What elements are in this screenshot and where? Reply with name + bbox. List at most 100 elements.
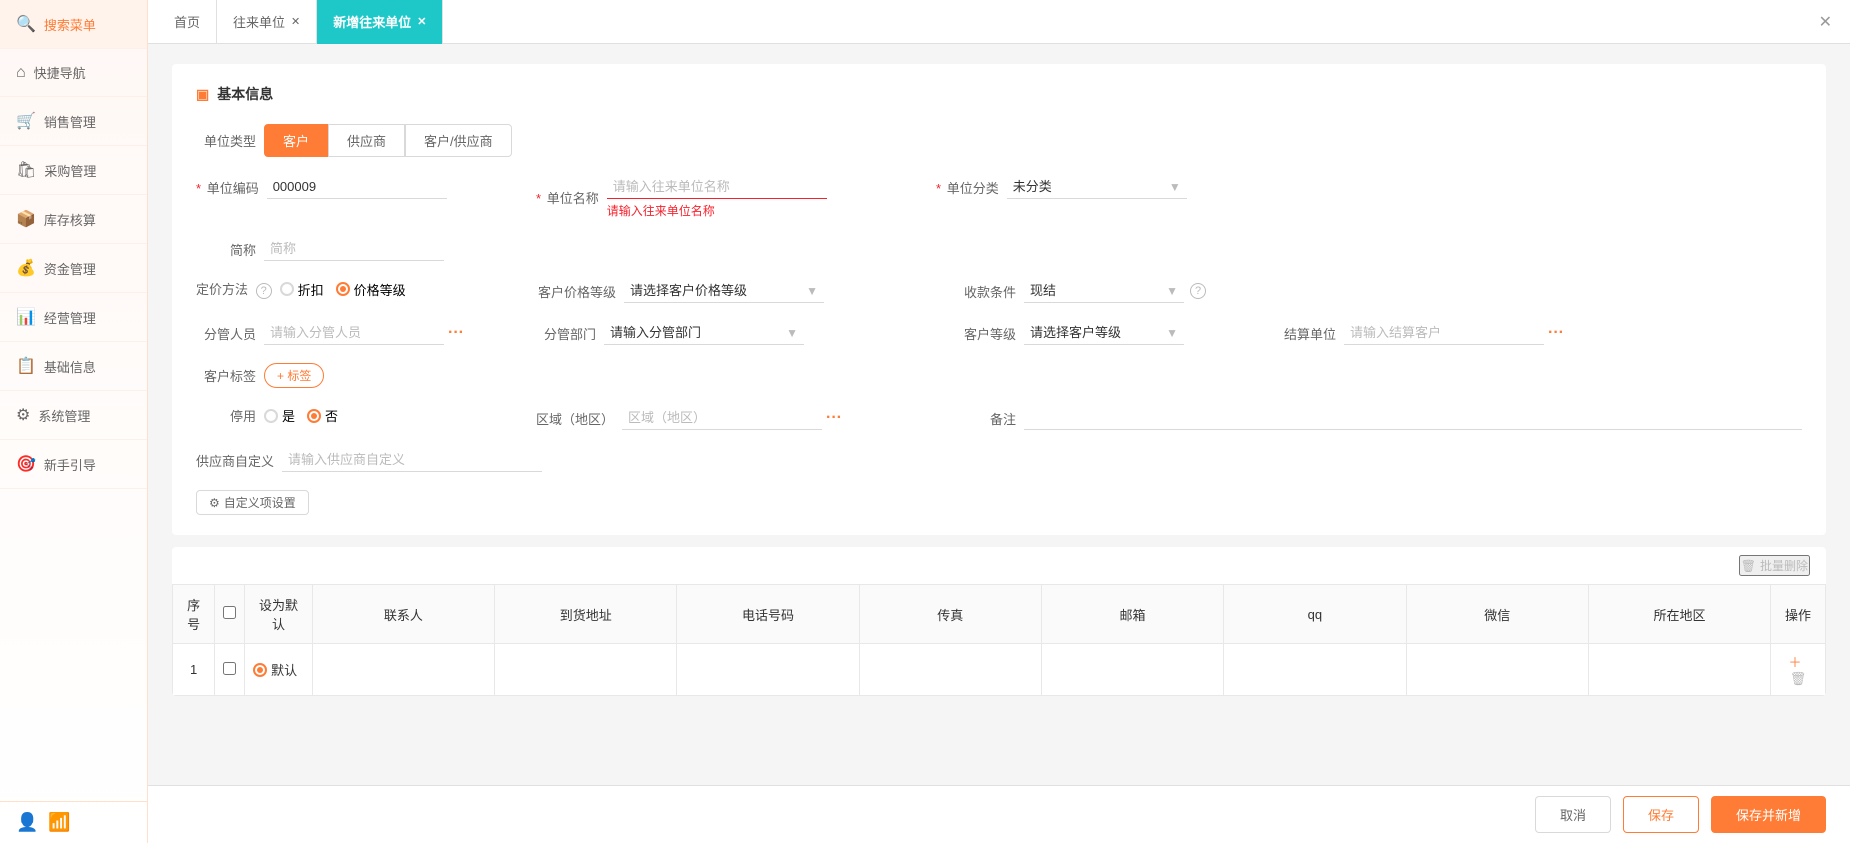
payment-terms-select-wrapper: 现结 ▼ bbox=[1024, 279, 1184, 303]
col-region: 所在地区 bbox=[1588, 585, 1770, 644]
row-contact-input[interactable] bbox=[321, 662, 486, 677]
row-address-cell[interactable] bbox=[495, 644, 677, 696]
manager-input[interactable] bbox=[264, 321, 444, 345]
row-region-input[interactable] bbox=[1597, 662, 1762, 677]
row-delete-btn[interactable]: 🗑 bbox=[1790, 671, 1807, 686]
unit-code-input[interactable] bbox=[267, 175, 447, 199]
select-all-checkbox[interactable] bbox=[223, 606, 236, 619]
disabled-label: 停用 bbox=[196, 406, 256, 425]
settlement-unit-more-btn[interactable]: ··· bbox=[1544, 324, 1568, 342]
unit-type-supplier-btn[interactable]: 供应商 bbox=[328, 124, 405, 157]
row-actions-cell: ＋ 🗑 bbox=[1771, 644, 1826, 696]
supplier-custom-input[interactable] bbox=[282, 448, 542, 472]
dept-select[interactable]: 请输入分管部门 bbox=[604, 321, 804, 345]
close-partners-tab[interactable]: ✕ bbox=[291, 15, 300, 28]
row-email-input[interactable] bbox=[1050, 662, 1215, 677]
sidebar: 🔍 搜索菜单 ⌂ 快捷导航 🛒 销售管理 🛍 采购管理 📦 库存核算 💰 资金管… bbox=[0, 0, 148, 843]
row-contact-cell[interactable] bbox=[312, 644, 494, 696]
row-default-radio[interactable] bbox=[253, 663, 267, 677]
row-address-input[interactable] bbox=[503, 662, 668, 677]
customize-btn[interactable]: ⚙ 自定义项设置 bbox=[196, 490, 309, 515]
sidebar-item-system[interactable]: ⚙ 系统管理 bbox=[0, 391, 147, 440]
tab-home[interactable]: 首页 bbox=[158, 0, 217, 44]
col-checkbox[interactable] bbox=[215, 585, 245, 644]
content-area: ▣ 基本信息 单位类型 客户 供应商 客户/供应商 * bbox=[148, 44, 1850, 785]
unit-type-customer-btn[interactable]: 客户 bbox=[264, 124, 328, 157]
batch-delete-btn[interactable]: 🗑 批量删除 bbox=[1739, 555, 1810, 576]
disabled-region-row: 停用 是 否 区域（地区） ··· bbox=[196, 406, 1802, 430]
disabled-no-option[interactable]: 否 bbox=[307, 406, 338, 425]
row-wechat-cell[interactable] bbox=[1406, 644, 1588, 696]
customer-price-select[interactable]: 请选择客户价格等级 bbox=[624, 279, 824, 303]
user-icon[interactable]: 👤 bbox=[16, 812, 38, 833]
close-all-tabs[interactable]: ✕ bbox=[1811, 12, 1840, 32]
supplier-custom-row: 供应商自定义 bbox=[196, 448, 1802, 472]
unit-name-input[interactable] bbox=[607, 175, 827, 199]
disabled-yes-option[interactable]: 是 bbox=[264, 406, 295, 425]
customer-price-select-wrapper: 请选择客户价格等级 ▼ bbox=[624, 279, 824, 303]
home-icon: ⌂ bbox=[16, 64, 26, 82]
discount-radio[interactable] bbox=[280, 282, 294, 296]
pricing-discount-option[interactable]: 折扣 bbox=[280, 280, 324, 299]
tab-partners[interactable]: 往来单位 ✕ bbox=[217, 0, 317, 44]
table-header: 序号 设为默认 联系人 到货地址 电话号码 传真 邮箱 qq 微信 所在地区 操… bbox=[173, 585, 1826, 644]
cancel-button[interactable]: 取消 bbox=[1535, 796, 1611, 833]
sidebar-item-newbie[interactable]: 🎯 新手引导 bbox=[0, 440, 147, 489]
row-checkbox-cell[interactable] bbox=[215, 644, 245, 696]
customer-level-select[interactable]: 请选择客户等级 bbox=[1024, 321, 1184, 345]
row-fax-cell[interactable] bbox=[859, 644, 1041, 696]
row-phone-cell[interactable] bbox=[677, 644, 859, 696]
region-more-btn[interactable]: ··· bbox=[822, 409, 846, 427]
section-title: ▣ 基本信息 bbox=[196, 84, 1802, 104]
sidebar-item-search[interactable]: 🔍 搜索菜单 bbox=[0, 0, 147, 49]
price-level-radio[interactable] bbox=[336, 282, 350, 296]
row-phone-input[interactable] bbox=[685, 662, 850, 677]
sidebar-bottom: 👤 📶 bbox=[0, 801, 147, 843]
row-email-cell[interactable] bbox=[1041, 644, 1223, 696]
region-label: 区域（地区） bbox=[536, 409, 614, 428]
add-tag-btn[interactable]: + 标签 bbox=[264, 363, 324, 388]
row-wechat-input[interactable] bbox=[1415, 662, 1580, 677]
short-name-label: 简称 bbox=[196, 240, 256, 259]
row-qq-input[interactable] bbox=[1232, 662, 1397, 677]
save-and-new-button[interactable]: 保存并新增 bbox=[1711, 796, 1826, 833]
short-name-input[interactable] bbox=[264, 237, 444, 261]
row-region-cell[interactable] bbox=[1588, 644, 1770, 696]
manager-more-btn[interactable]: ··· bbox=[444, 324, 468, 342]
payment-terms-help-icon[interactable]: ? bbox=[1190, 283, 1206, 299]
region-input[interactable] bbox=[622, 406, 822, 430]
payment-terms-select[interactable]: 现结 bbox=[1024, 279, 1184, 303]
row-add-btn[interactable]: ＋ bbox=[1789, 655, 1802, 670]
row-default-radio-label[interactable]: 默认 bbox=[253, 660, 304, 679]
sidebar-item-purchase[interactable]: 🛍 采购管理 bbox=[0, 146, 147, 195]
sidebar-item-base[interactable]: 📋 基础信息 bbox=[0, 342, 147, 391]
unit-code-group: * 单位编码 bbox=[196, 175, 536, 199]
manager-group: 分管人员 ··· bbox=[196, 321, 536, 345]
tab-new-partner[interactable]: 新增往来单位 ✕ bbox=[317, 0, 443, 44]
col-email: 邮箱 bbox=[1041, 585, 1223, 644]
row-qq-cell[interactable] bbox=[1224, 644, 1406, 696]
disabled-no-radio[interactable] bbox=[307, 409, 321, 423]
sales-icon: 🛒 bbox=[16, 111, 36, 131]
table-body: 1 默认 bbox=[173, 644, 1826, 696]
save-button[interactable]: 保存 bbox=[1623, 796, 1699, 833]
close-new-partner-tab[interactable]: ✕ bbox=[417, 15, 426, 28]
remark-input[interactable] bbox=[1024, 406, 1802, 430]
settlement-unit-input[interactable] bbox=[1344, 321, 1544, 345]
payment-terms-label: 收款条件 bbox=[956, 282, 1016, 301]
sidebar-item-operations[interactable]: 📊 经营管理 bbox=[0, 293, 147, 342]
col-wechat: 微信 bbox=[1406, 585, 1588, 644]
sidebar-item-sales[interactable]: 🛒 销售管理 bbox=[0, 97, 147, 146]
inventory-icon: 📦 bbox=[16, 209, 36, 229]
pricing-level-option[interactable]: 价格等级 bbox=[336, 280, 406, 299]
row-checkbox[interactable] bbox=[223, 662, 236, 675]
pricing-help-icon[interactable]: ? bbox=[256, 283, 272, 299]
sidebar-item-finance[interactable]: 💰 资金管理 bbox=[0, 244, 147, 293]
unit-category-select[interactable]: 未分类 bbox=[1007, 175, 1187, 199]
row-fax-input[interactable] bbox=[868, 662, 1033, 677]
sidebar-item-inventory[interactable]: 📦 库存核算 bbox=[0, 195, 147, 244]
unit-type-both-btn[interactable]: 客户/供应商 bbox=[405, 124, 512, 157]
disabled-radio-group: 是 否 bbox=[264, 406, 338, 425]
sidebar-item-quicknav[interactable]: ⌂ 快捷导航 bbox=[0, 49, 147, 97]
disabled-yes-radio[interactable] bbox=[264, 409, 278, 423]
